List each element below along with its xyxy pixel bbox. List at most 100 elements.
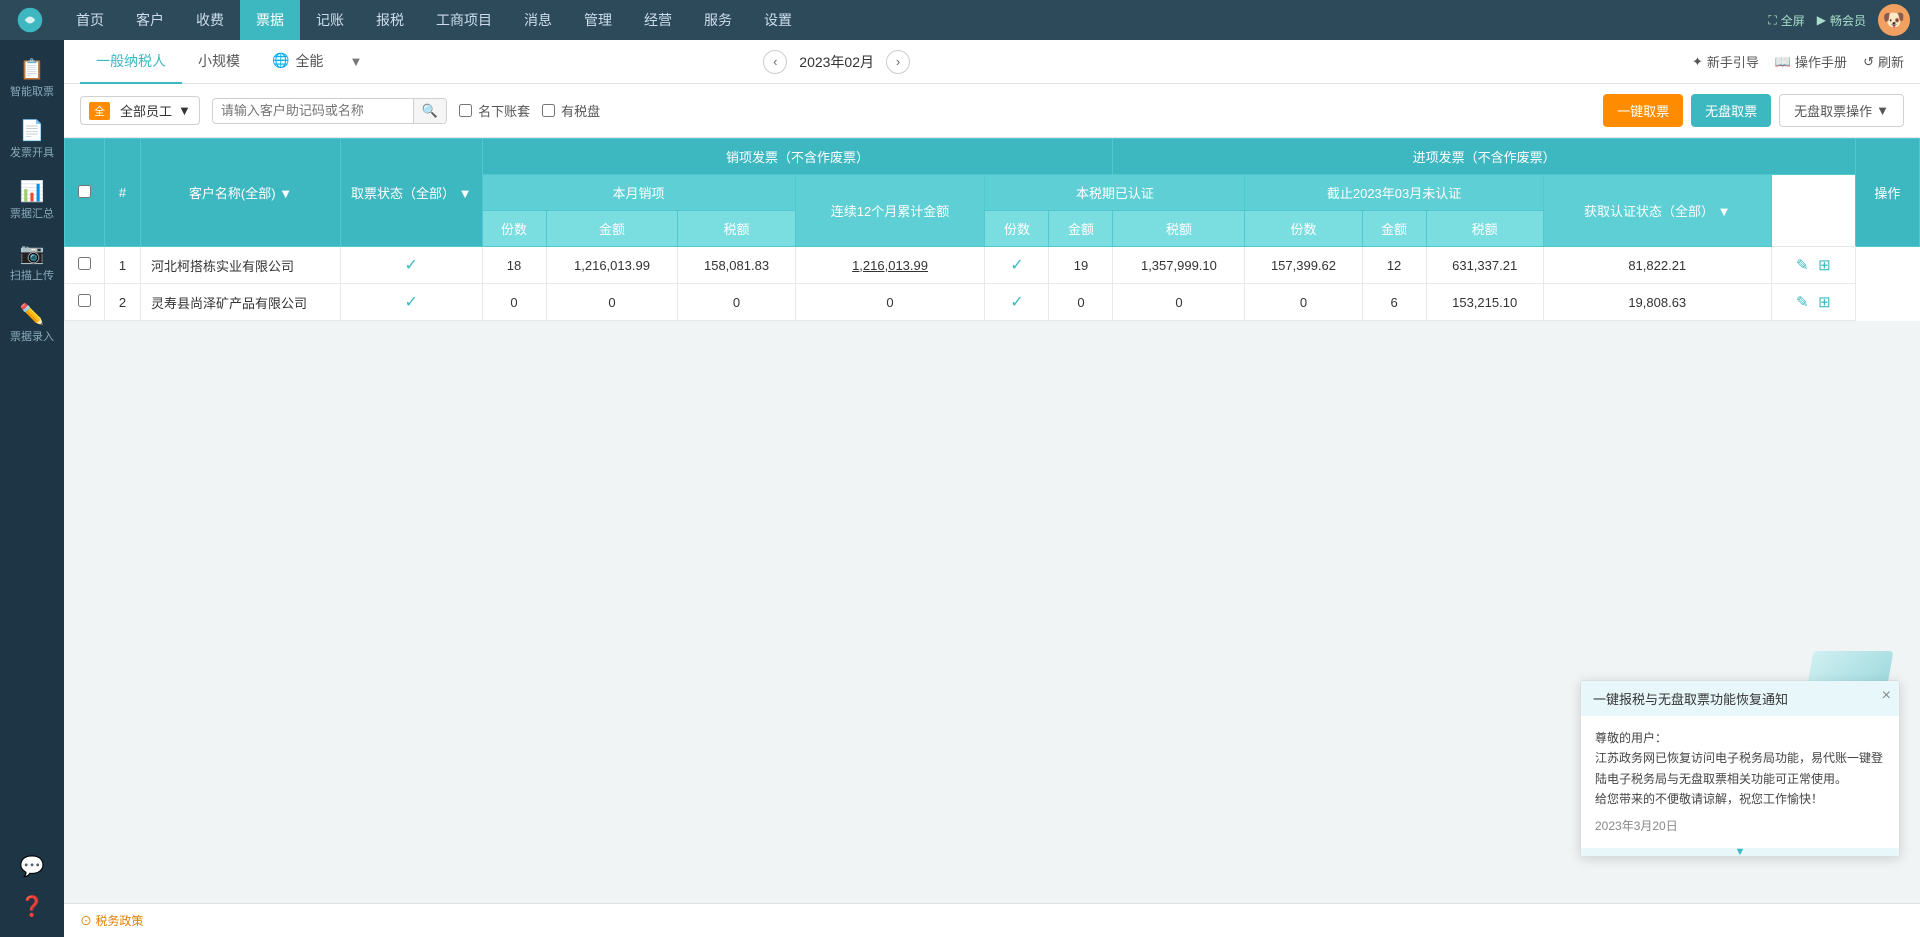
nav-service[interactable]: 服务 [688,0,748,40]
sales-status-icon-0: ✓ [405,257,418,274]
op-dropdown-icon: ▼ [1876,103,1889,118]
select-all-checkbox[interactable] [78,185,91,198]
row-amount1-1: 0 [546,284,678,321]
account-checkbox-label[interactable]: 名下账套 [459,101,530,120]
th-num: # [105,139,141,247]
fullscreen-btn[interactable]: ⛶ 全屏 [1768,12,1804,29]
bottom-bar[interactable]: ⊙ 税务政策 [64,903,1920,937]
purchase-status-icon-1: ✓ [1010,294,1023,311]
nav-tax[interactable]: 报税 [360,0,420,40]
view-icon-1[interactable]: ⊞ [1818,294,1831,311]
one-click-ticket-btn[interactable]: 一键取票 [1603,94,1683,127]
row-amount3-1: 153,215.10 [1426,284,1543,321]
popup-date: 2023年3月20日 [1595,816,1885,836]
row-tax2-0: 157,399.62 [1245,247,1362,284]
nav-customer[interactable]: 客户 [120,0,180,40]
search-button[interactable]: 🔍 [413,99,446,123]
help-icon: ❓ [20,895,45,919]
popup-line2: 江苏政务网已恢复访问电子税务局功能，易代账一键登陆电子税务局与无盘取票相关功能可… [1595,748,1885,789]
cumulative-link-0[interactable]: 1,216,013.99 [852,258,928,273]
row-purchase-status-1: ✓ [985,284,1049,321]
edit-icon-0[interactable]: ✎ [1796,257,1809,274]
tab-more[interactable]: ▼ [339,54,372,69]
th-month-sales: 本月销项 [482,175,795,211]
th-amount2: 金额 [1049,211,1113,247]
th-tax3: 税额 [1426,211,1543,247]
th-count3: 份数 [1245,211,1362,247]
user-avatar[interactable]: 🐶 [1878,4,1910,36]
diskless-ticket-btn[interactable]: 无盘取票 [1691,94,1771,127]
period-label: 2023年02月 [799,52,874,72]
row-amount2-0: 1,357,999.10 [1113,247,1245,284]
tax-disk-checkbox[interactable] [542,104,555,117]
refresh-btn[interactable]: ↺ 刷新 [1863,52,1904,71]
employee-select[interactable]: 全 全部员工 ▼ [80,96,200,125]
tax-policy-link[interactable]: ⊙ 税务政策 [80,912,143,929]
th-count1: 份数 [482,211,546,247]
sidebar-item-smart-ticket[interactable]: 📋 智能取票 [0,50,64,107]
sidebar-item-help[interactable]: ❓ [16,887,49,927]
app-logo [10,0,50,40]
dropdown-icon: ▼ [178,103,191,118]
new-guide-btn[interactable]: ✦ 新手引导 [1692,52,1759,71]
customer-search-input[interactable] [213,99,413,122]
row-checkbox-1[interactable] [78,294,91,307]
tab-all[interactable]: 🌐 全能 [256,40,339,84]
row-cumulative-1: 0 [795,284,985,321]
popup-close-btn[interactable]: × [1882,687,1891,705]
row-action-0: ✎ ⊞ [1771,247,1855,284]
diskless-ticket-op-btn[interactable]: 无盘取票操作 ▼ [1779,94,1904,127]
nav-manage[interactable]: 管理 [568,0,628,40]
row-checkbox-0[interactable] [78,257,91,270]
manual-btn[interactable]: 📖 操作手册 [1775,52,1847,71]
popup-notice: 一键报税与无盘取票功能恢复通知 × 尊敬的用户： 江苏政务网已恢复访问电子税务局… [1580,680,1900,857]
row-count3-1: 6 [1362,284,1426,321]
invoice-table: # 客户名称(全部) ▼ 取票状态（全部） ▼ 销项发票（不含作废票） 进项发票… [64,138,1920,321]
sidebar-item-invoice-summary[interactable]: 📊 票据汇总 [0,172,64,229]
nav-operation[interactable]: 经营 [628,0,688,40]
nav-message[interactable]: 消息 [508,0,568,40]
view-icon-0[interactable]: ⊞ [1818,257,1831,274]
nav-business[interactable]: 工商项目 [420,0,508,40]
th-amount3: 金额 [1362,211,1426,247]
nav-settings[interactable]: 设置 [748,0,808,40]
row-checkbox-cell-1 [65,284,105,321]
purchase-status-filter-icon[interactable]: ▼ [1718,204,1731,219]
nav-items: 首页 客户 收费 票据 记账 报税 工商项目 消息 管理 经营 服务 设置 [60,0,1768,40]
nav-bookkeeping[interactable]: 记账 [300,0,360,40]
vip-btn[interactable]: ▶ 畅会员 [1817,12,1866,29]
popup-line3: 给您带来的不便敬请谅解，祝您工作愉快！ [1595,789,1885,809]
nav-fee[interactable]: 收费 [180,0,240,40]
popup-line1: 尊敬的用户： [1595,728,1885,748]
popup-scroll-btn[interactable]: ▼ [1735,846,1746,858]
row-customer-0: 河北柯搭栋实业有限公司 [141,247,341,284]
nav-invoice[interactable]: 票据 [240,0,300,40]
issue-invoice-icon: 📄 [20,119,45,143]
sidebar-item-chat[interactable]: 💬 [16,847,49,887]
invoice-entry-icon: ✏️ [20,303,45,327]
fullscreen-icon: ⛶ [1768,13,1776,28]
nav-home[interactable]: 首页 [60,0,120,40]
tab-small-scale[interactable]: 小规模 [182,40,256,84]
filter-icon[interactable]: ▼ [279,186,292,201]
row-purchase-status-0: ✓ [985,247,1049,284]
th-purchase-group: 进项发票（不含作废票） [1113,139,1855,175]
account-checkbox[interactable] [459,104,472,117]
row-amount1-0: 1,216,013.99 [546,247,678,284]
edit-icon-1[interactable]: ✎ [1796,294,1809,311]
sales-status-filter-icon[interactable]: ▼ [459,186,472,201]
chat-icon: 💬 [20,855,45,879]
next-period-btn[interactable]: › [886,50,910,74]
sidebar-item-scan-upload[interactable]: 📷 扫描上传 [0,234,64,291]
row-tax3-1: 19,808.63 [1543,284,1771,321]
row-count2-0: 19 [1049,247,1113,284]
table-row: 2 灵寿县尚泽矿产品有限公司 ✓ 0 0 0 0 ✓ 0 0 0 6 153,2… [65,284,1920,321]
tax-disk-checkbox-label[interactable]: 有税盘 [542,101,600,120]
prev-period-btn[interactable]: ‹ [763,50,787,74]
row-amount2-1: 0 [1113,284,1245,321]
sidebar-item-issue-invoice[interactable]: 📄 发票开具 [0,111,64,168]
tab-general-taxpayer[interactable]: 一般纳税人 [80,40,182,84]
popup-title: 一键报税与无盘取票功能恢复通知 [1593,692,1788,707]
customer-search-box: 🔍 [212,98,447,124]
sidebar-item-invoice-entry[interactable]: ✏️ 票据录入 [0,295,64,352]
